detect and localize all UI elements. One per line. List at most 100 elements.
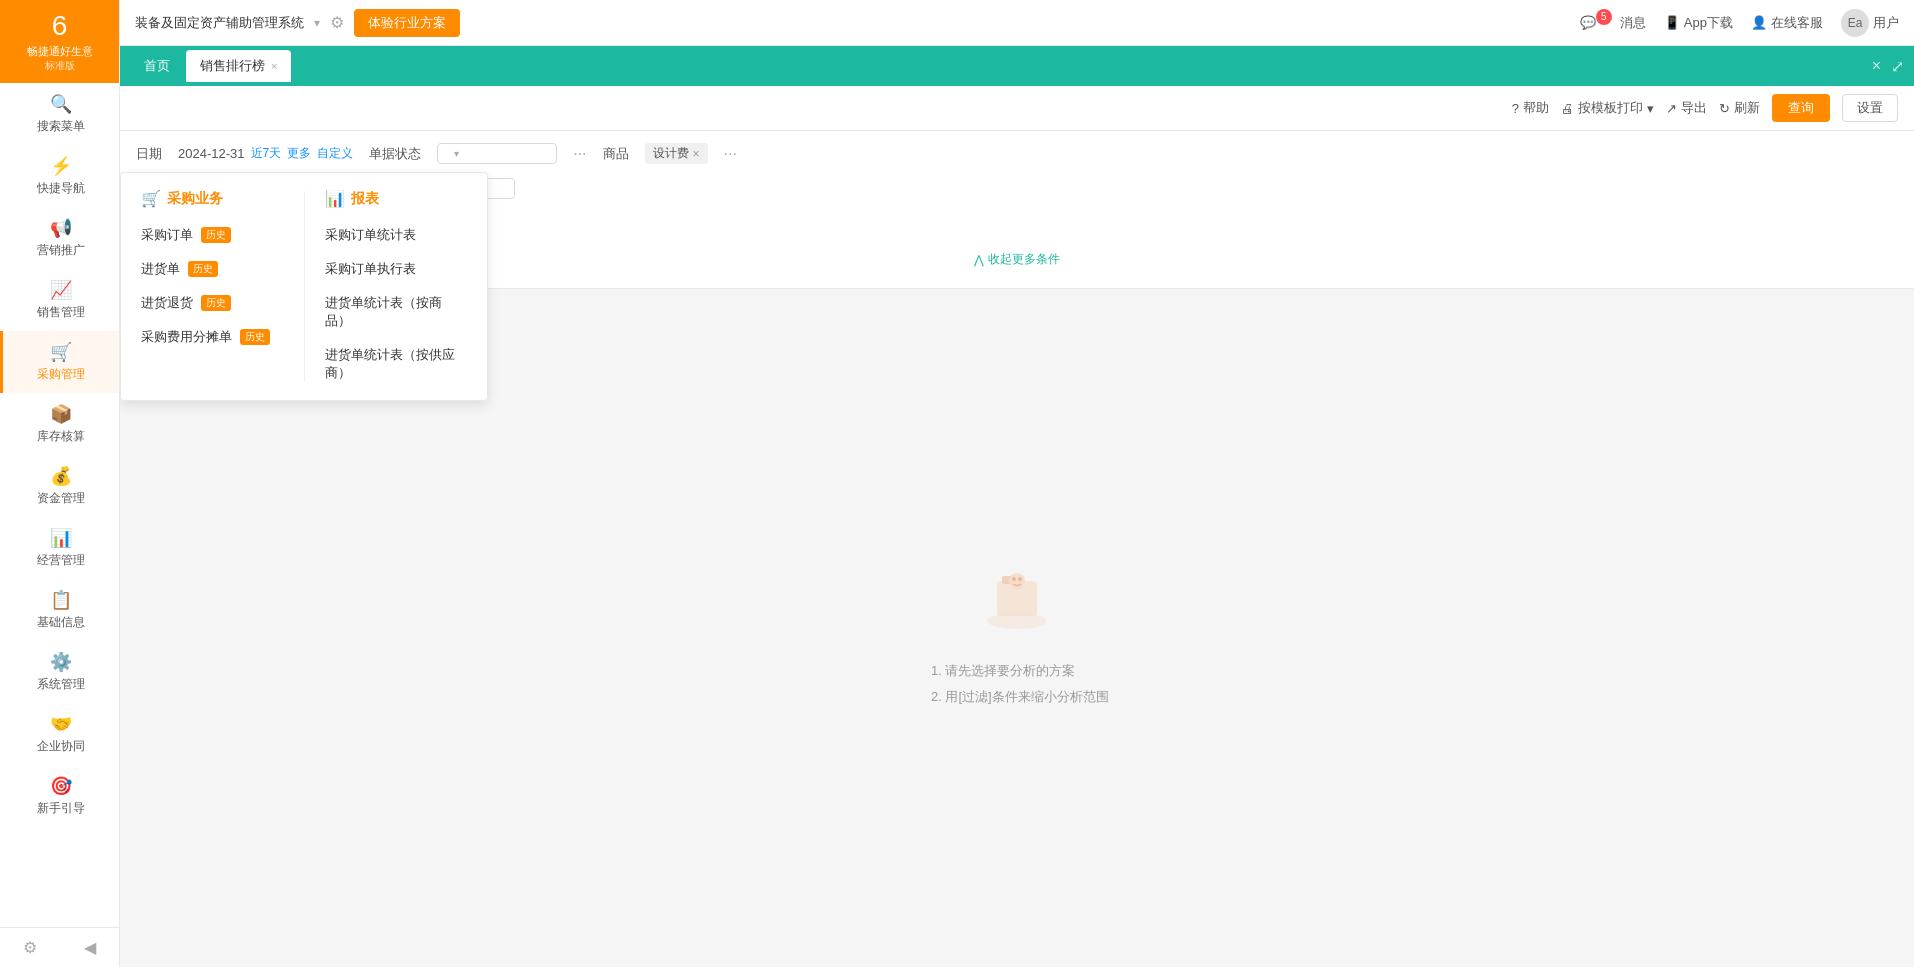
empty-illustration [967, 546, 1067, 646]
filter-row-1: 日期 2024-12-31 近7天 更多 自定义 单据状态 ▾ ··· 商品 设… [136, 143, 1898, 164]
sidebar-items: 🔍 搜索菜单 ⚡ 快捷导航 📢 营销推广 📈 销售管理 🛒 采购管理 📦 库存核… [0, 83, 119, 927]
refresh-button[interactable]: ↻ 刷新 [1719, 99, 1760, 117]
report-section-label: 报表 [351, 190, 379, 208]
sidebar-item-quicknav[interactable]: ⚡ 快捷导航 [0, 145, 119, 207]
help-button[interactable]: ? 帮助 [1512, 99, 1549, 117]
topbar: 装备及固定资产辅助管理系统 ▾ ⚙ 体验行业方案 💬 5 消息 📱 App下载 … [120, 0, 1914, 46]
sidebar-item-base[interactable]: 📋 基础信息 [0, 579, 119, 641]
dropdown-goods-stat-product[interactable]: 进货单统计表（按商品） [315, 286, 478, 338]
dropdown-purchase-order-exec[interactable]: 采购订单执行表 [315, 252, 478, 286]
sidebar-label-purchase: 采购管理 [37, 366, 85, 383]
user-item[interactable]: Ea 用户 [1841, 9, 1899, 37]
svg-point-3 [1009, 573, 1025, 589]
industry-solution-button[interactable]: 体验行业方案 [354, 9, 460, 37]
sidebar-item-finance[interactable]: 💰 资金管理 [0, 455, 119, 517]
topbar-gear-icon[interactable]: ⚙ [330, 13, 344, 32]
sidebar-item-inventory[interactable]: 📦 库存核算 [0, 393, 119, 455]
dropdown-goods-receipt[interactable]: 进货单 历史 [131, 252, 294, 286]
purchase-order-label: 采购订单 [141, 226, 193, 244]
content-area: ? 帮助 🖨 按模板打印 ▾ ↗ 导出 ↻ 刷新 查询 设置 [120, 86, 1914, 967]
app-download-item[interactable]: 📱 App下载 [1664, 14, 1733, 32]
online-service-item[interactable]: 👤 在线客服 [1751, 14, 1823, 32]
sidebar-item-guide[interactable]: 🎯 新手引导 [0, 765, 119, 827]
filter-dots-1[interactable]: ··· [573, 145, 586, 163]
export-button[interactable]: ↗ 导出 [1666, 99, 1707, 117]
help-label: 帮助 [1523, 99, 1549, 117]
sidebar-item-marketing[interactable]: 📢 营销推广 [0, 207, 119, 269]
query-button[interactable]: 查询 [1772, 94, 1830, 122]
settings-btn[interactable]: ⚙ [23, 938, 37, 957]
dropdown-purchase-order[interactable]: 采购订单 历史 [131, 218, 294, 252]
tab-close-icon[interactable]: × [271, 60, 277, 72]
dropdown-goods-return[interactable]: 进货退货 历史 [131, 286, 294, 320]
marketing-icon: 📢 [50, 217, 72, 239]
empty-tip-2: 用[过滤]条件来缩小分析范围 [945, 684, 1108, 710]
sidebar-label-marketing: 营销推广 [37, 242, 85, 259]
tab-expand-icon[interactable]: ⤢ [1891, 57, 1904, 76]
finance-icon: 💰 [50, 465, 72, 487]
date-label: 日期 [136, 145, 162, 163]
sidebar-label-operation: 经营管理 [37, 552, 85, 569]
purchase-icon: 🛒 [50, 341, 72, 363]
topbar-right: 💬 5 消息 📱 App下载 👤 在线客服 Ea 用户 [1580, 9, 1899, 37]
sidebar-item-enterprise[interactable]: 🤝 企业协同 [0, 703, 119, 765]
purchase-section-title: 🛒 采购业务 [131, 183, 294, 218]
collapse-sidebar-btn[interactable]: ◀ [84, 938, 96, 957]
date-value: 2024-12-31 [178, 146, 245, 161]
purchase-dropdown-menu: 🛒 采购业务 采购订单 历史 进货单 历史 进货退货 历史 [120, 172, 488, 401]
toolbar-right: ? 帮助 🖨 按模板打印 ▾ ↗ 导出 ↻ 刷新 查询 设置 [1512, 94, 1898, 122]
sidebar-bottom: ⚙ ◀ [0, 927, 119, 967]
product-tag-remove[interactable]: × [693, 147, 700, 161]
message-label: 消息 [1620, 14, 1646, 32]
order-status-select[interactable]: ▾ [437, 143, 557, 164]
tab-sales-ranking[interactable]: 销售排行榜 × [186, 50, 291, 82]
sidebar-item-purchase[interactable]: 🛒 采购管理 [0, 331, 119, 393]
empty-tips: 请先选择要分析的方案 用[过滤]条件来缩小分析范围 [925, 658, 1108, 710]
collapse-icon: ⋀ [974, 253, 984, 267]
tab-home-label: 首页 [144, 57, 170, 75]
user-label: 用户 [1873, 14, 1899, 32]
sidebar-label-system: 系统管理 [37, 676, 85, 693]
help-icon: ? [1512, 101, 1519, 116]
operation-icon: 📊 [50, 527, 72, 549]
message-item[interactable]: 💬 5 消息 [1580, 14, 1646, 32]
date-custom-link[interactable]: 自定义 [317, 145, 353, 162]
dropdown-purchase-expense[interactable]: 采购费用分摊单 历史 [131, 320, 294, 354]
sidebar-label-sales: 销售管理 [37, 304, 85, 321]
collapse-button[interactable]: ⋀ 收起更多条件 [974, 247, 1060, 272]
quicknav-icon: ⚡ [50, 155, 72, 177]
tab-close-window-icon[interactable]: × [1872, 57, 1881, 75]
date-more-link[interactable]: 更多 [287, 145, 311, 162]
sidebar: 6 畅捷通好生意 标准版 🔍 搜索菜单 ⚡ 快捷导航 📢 营销推广 📈 销售管理… [0, 0, 120, 967]
purchase-order-exec-label: 采购订单执行表 [325, 260, 416, 278]
purchase-expense-history-badge: 历史 [240, 329, 270, 345]
settings-button[interactable]: 设置 [1842, 94, 1898, 122]
date-7days-link[interactable]: 近7天 [251, 145, 282, 162]
dropdown-purchase-order-stat[interactable]: 采购订单统计表 [315, 218, 478, 252]
service-icon: 👤 [1751, 15, 1767, 30]
export-icon: ↗ [1666, 101, 1677, 116]
inventory-icon: 📦 [50, 403, 72, 425]
dropdown-arrow-icon[interactable]: ▾ [314, 16, 320, 30]
date-range[interactable]: 2024-12-31 近7天 更多 自定义 [178, 145, 353, 162]
sidebar-item-system[interactable]: ⚙️ 系统管理 [0, 641, 119, 703]
enterprise-icon: 🤝 [50, 713, 72, 735]
sidebar-item-operation[interactable]: 📊 经营管理 [0, 517, 119, 579]
online-service-label: 在线客服 [1771, 14, 1823, 32]
purchase-col: 🛒 采购业务 采购订单 历史 进货单 历史 进货退货 历史 [121, 183, 304, 390]
avatar: Ea [1841, 9, 1869, 37]
purchase-order-stat-label: 采购订单统计表 [325, 226, 416, 244]
purchase-expense-label: 采购费用分摊单 [141, 328, 232, 346]
sidebar-item-sales[interactable]: 📈 销售管理 [0, 269, 119, 331]
sidebar-label-inventory: 库存核算 [37, 428, 85, 445]
print-button[interactable]: 🖨 按模板打印 ▾ [1561, 99, 1654, 117]
sidebar-item-search[interactable]: 🔍 搜索菜单 [0, 83, 119, 145]
filter-dots-2[interactable]: ··· [724, 145, 737, 163]
goods-stat-supplier-label: 进货单统计表（按供应商） [325, 346, 468, 382]
dropdown-goods-stat-supplier[interactable]: 进货单统计表（按供应商） [315, 338, 478, 390]
main-area: 装备及固定资产辅助管理系统 ▾ ⚙ 体验行业方案 💬 5 消息 📱 App下载 … [120, 0, 1914, 967]
tab-home[interactable]: 首页 [130, 50, 184, 82]
purchase-order-history-badge: 历史 [201, 227, 231, 243]
tabbar: 首页 销售排行榜 × × ⤢ [120, 46, 1914, 86]
print-label: 按模板打印 [1578, 99, 1643, 117]
